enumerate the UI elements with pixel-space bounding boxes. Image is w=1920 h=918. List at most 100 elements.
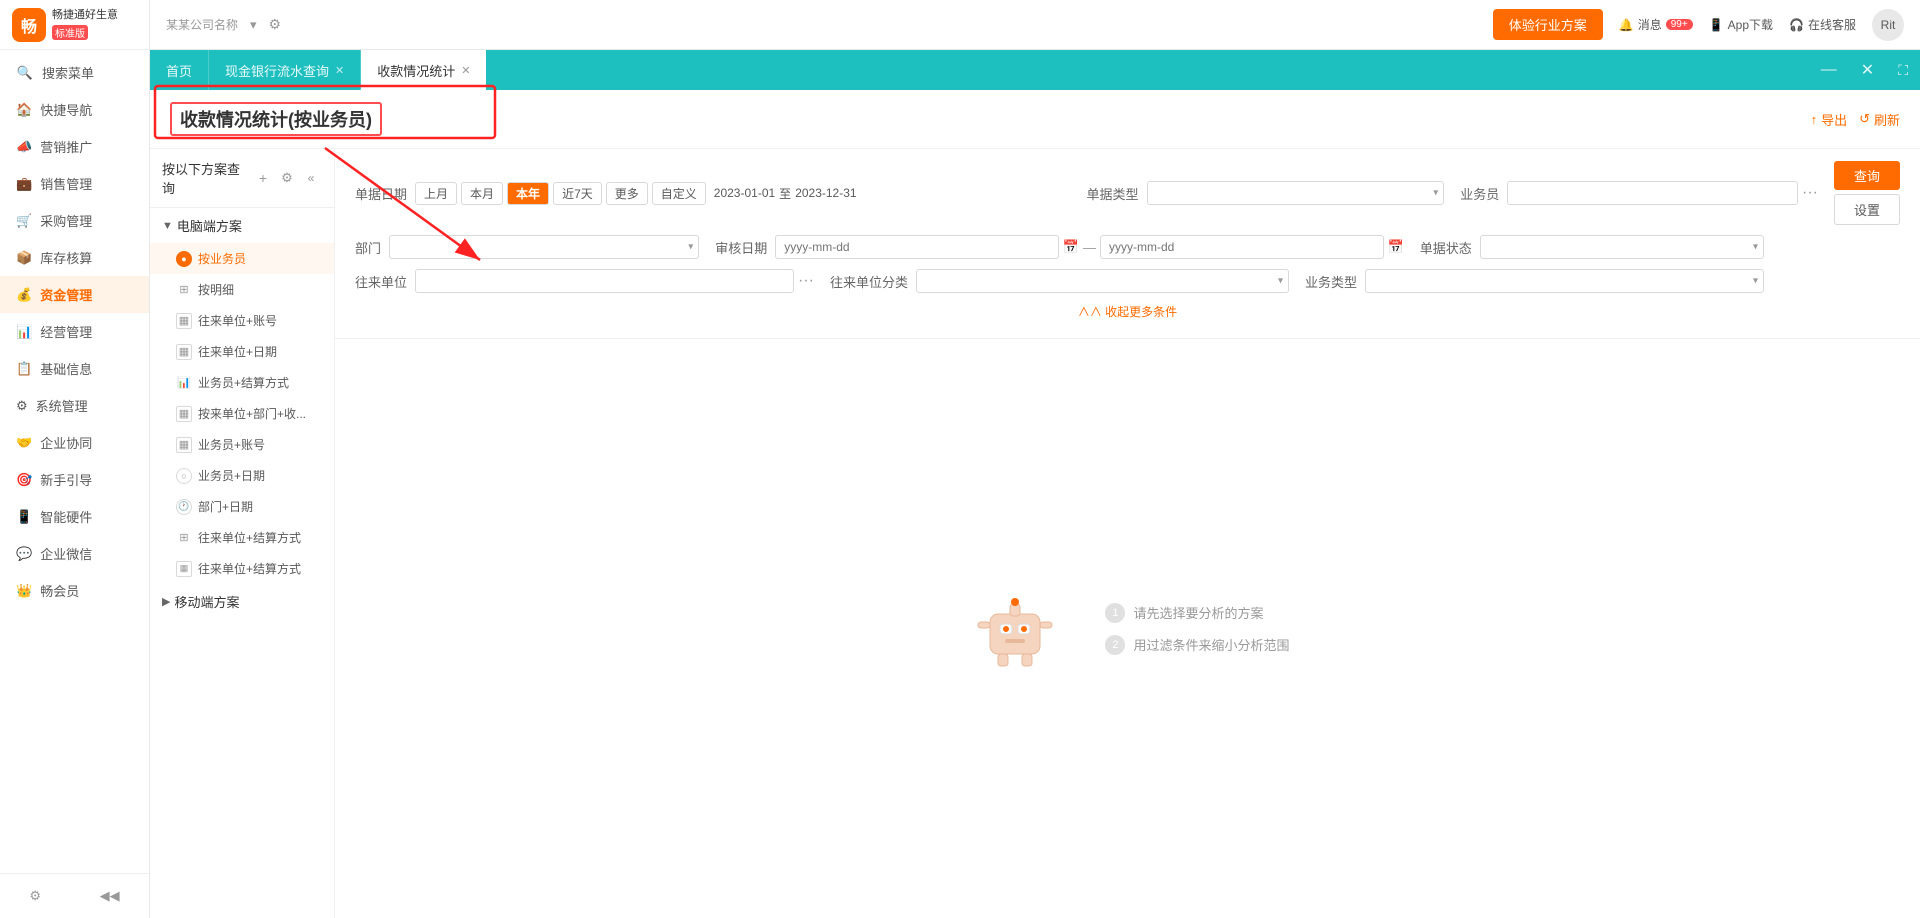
date-dash: 至 (779, 185, 791, 202)
settings-btn[interactable]: 设置 (1834, 194, 1900, 225)
window-close-btn[interactable]: ✕ (1849, 50, 1886, 90)
counterpart-cat-label: 往来单位分类 (830, 272, 908, 291)
biz-type-select[interactable] (1365, 269, 1764, 293)
refresh-btn[interactable]: ↺ 刷新 (1859, 110, 1900, 129)
group-label: 移动端方案 (174, 592, 239, 611)
notification-badge: 99+ (1666, 19, 1693, 30)
collapse-bar[interactable]: ∧∧ 收起更多条件 (355, 297, 1900, 326)
scheme-item-by-counterpart-dept[interactable]: ▦ 按来单位+部门+收... (150, 398, 334, 429)
sales-icon: 💼 (16, 176, 32, 192)
sidebar-item-label: 搜索菜单 (42, 63, 94, 82)
desktop-group-header[interactable]: ▼ 电脑端方案 (150, 208, 334, 243)
scheme-item-counterpart-date[interactable]: ▦ 往来单位+日期 (150, 336, 334, 367)
sidebar-item-guide[interactable]: 🎯 新手引导 (0, 461, 149, 498)
sidebar-item-wechat[interactable]: 💬 企业微信 (0, 535, 149, 572)
sidebar-item-business[interactable]: 📊 经营管理 (0, 313, 149, 350)
settings-footer-btn[interactable]: ⚙ (23, 882, 47, 910)
tab-collection-stats[interactable]: 收款情况统计 ✕ (361, 50, 486, 90)
tab-close-icon[interactable]: ✕ (335, 64, 344, 77)
scheme-collapse-btn[interactable]: « (300, 167, 322, 189)
sidebar-item-purchase[interactable]: 🛒 采购管理 (0, 202, 149, 239)
scheme-settings-btn[interactable]: ⚙ (276, 167, 298, 189)
basic-info-icon: 📋 (16, 361, 32, 377)
empty-step-2: 2 用过滤条件来缩小分析范围 (1105, 635, 1289, 655)
group-arrow-icon: ▼ (162, 220, 173, 232)
query-btn[interactable]: 查询 (1834, 161, 1900, 190)
salesman-more-icon[interactable]: ··· (1802, 184, 1818, 202)
scheme-item-counterpart-settlement1[interactable]: ⊞ 往来单位+结算方式 (150, 522, 334, 553)
sidebar-item-sales[interactable]: 💼 销售管理 (0, 165, 149, 202)
sidebar-item-finance[interactable]: 💰 资金管理 (0, 276, 149, 313)
scheme-add-btn[interactable]: + (252, 167, 274, 189)
dept-label: 部门 (355, 238, 381, 257)
review-date-label: 审核日期 (715, 238, 767, 257)
counterpart-label: 往来单位 (355, 272, 407, 291)
date-btn-last-7days[interactable]: 近7天 (553, 182, 602, 205)
app-download-btn[interactable]: 📱 App下载 (1709, 16, 1773, 33)
scheme-item-by-salesman[interactable]: ● 按业务员 (150, 243, 334, 274)
scheme-item-label: 往来单位+日期 (198, 343, 277, 360)
filter-row-2: 部门 ▾ 审核日期 📅 (355, 235, 1900, 259)
mobile-group-header[interactable]: ▶ 移动端方案 (150, 584, 334, 619)
tab-close-icon[interactable]: ✕ (461, 64, 470, 77)
date-btn-this-year[interactable]: 本年 (507, 182, 549, 205)
user-avatar[interactable]: Rit (1872, 9, 1904, 41)
calendar-icon-1[interactable]: 📅 (1063, 239, 1079, 255)
tab-label: 收款情况统计 (377, 61, 455, 80)
scheme-item-salesman-account[interactable]: ▦ 业务员+账号 (150, 429, 334, 460)
query-area: 单据日期 上月 本月 本年 近7天 更多 自定义 (335, 149, 1920, 918)
empty-step-1: 1 请先选择要分析的方案 (1105, 603, 1289, 623)
date-btn-more[interactable]: 更多 (606, 182, 648, 205)
sidebar-item-label: 系统管理 (36, 396, 88, 415)
scheme-item-salesman-date[interactable]: ○ 业务员+日期 (150, 460, 334, 491)
header-settings-icon[interactable]: ⚙ (269, 16, 282, 33)
calendar-icon-2[interactable]: 📅 (1388, 239, 1404, 255)
dept-select[interactable] (389, 235, 699, 259)
scheme-item-counterpart-account[interactable]: ▦ 往来单位+账号 (150, 305, 334, 336)
salesman-input[interactable] (1507, 181, 1798, 205)
trial-btn[interactable]: 体验行业方案 (1493, 9, 1603, 40)
sidebar-item-system[interactable]: ⚙ 系统管理 (0, 387, 149, 424)
date-btn-custom[interactable]: 自定义 (652, 182, 706, 205)
counterpart-cat-select[interactable] (916, 269, 1289, 293)
counterpart-input[interactable] (415, 269, 794, 293)
date-to-value: 2023-12-31 (795, 186, 856, 200)
scheme-item-label: 业务员+日期 (198, 467, 265, 484)
system-icon: ⚙ (16, 398, 28, 414)
header-dropdown-icon[interactable]: ▾ (250, 17, 257, 33)
sidebar-item-label: 畅会员 (40, 581, 79, 600)
date-btn-last-month[interactable]: 上月 (415, 182, 457, 205)
sidebar-item-marketing[interactable]: 📣 营销推广 (0, 128, 149, 165)
doc-type-select[interactable] (1147, 181, 1445, 205)
sidebar-item-hardware[interactable]: 📱 智能硬件 (0, 498, 149, 535)
review-date-from[interactable] (775, 235, 1059, 259)
online-service-btn[interactable]: 🎧 在线客服 (1789, 16, 1856, 33)
scheme-item-salesman-settlement[interactable]: 📊 业务员+结算方式 (150, 367, 334, 398)
window-minimize-btn[interactable]: — (1809, 50, 1849, 90)
scheme-item-dept-date[interactable]: 🕐 部门+日期 (150, 491, 334, 522)
scheme-item-counterpart-settlement2[interactable]: ▦ 往来单位+结算方式 (150, 553, 334, 584)
counterpart-more-icon[interactable]: ··· (798, 272, 814, 290)
sidebar-item-inventory[interactable]: 📦 库存核算 (0, 239, 149, 276)
doc-status-select[interactable] (1480, 235, 1764, 259)
group-arrow-icon: ▶ (162, 595, 170, 608)
inventory-icon: 📦 (16, 250, 32, 266)
export-btn[interactable]: ↑ 导出 (1811, 110, 1848, 129)
page-header: 收款情况统计(按业务员) ↑ 导出 ↺ 刷新 (150, 90, 1920, 149)
sidebar-item-enterprise[interactable]: 🤝 企业协同 (0, 424, 149, 461)
scheme-item-by-detail[interactable]: ⊞ 按明细 (150, 274, 334, 305)
date-btn-this-month[interactable]: 本月 (461, 182, 503, 205)
collapse-sidebar-btn[interactable]: ◀◀ (94, 882, 126, 910)
tab-home[interactable]: 首页 (150, 50, 209, 90)
tab-bank-flow[interactable]: 现金银行流水查询 ✕ (209, 50, 361, 90)
sidebar-item-member[interactable]: 👑 畅会员 (0, 572, 149, 609)
page-title: 收款情况统计(按业务员) (170, 102, 382, 136)
refresh-label: 刷新 (1874, 110, 1900, 129)
sidebar-item-basic-info[interactable]: 📋 基础信息 (0, 350, 149, 387)
notification-btn[interactable]: 🔔 消息 99+ (1619, 16, 1693, 33)
header-breadcrumb: 某某公司名称 (166, 16, 238, 33)
sidebar-item-quick-nav[interactable]: 🏠 快捷导航 (0, 91, 149, 128)
review-date-to[interactable] (1100, 235, 1384, 259)
window-maximize-btn[interactable]: ⛶ (1886, 50, 1920, 90)
sidebar-item-search-menu[interactable]: 🔍 搜索菜单 (0, 54, 149, 91)
